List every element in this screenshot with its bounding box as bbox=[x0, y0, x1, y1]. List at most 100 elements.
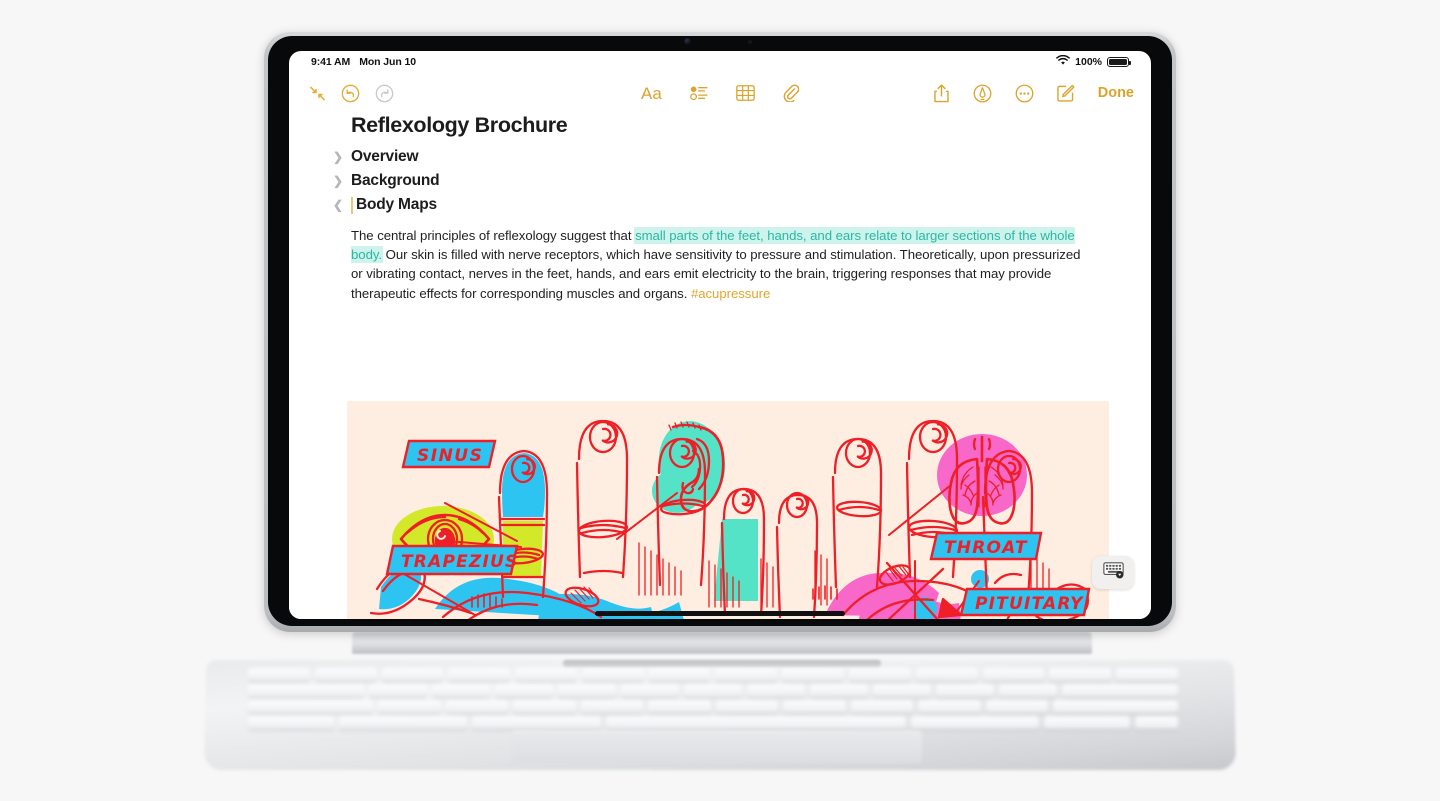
key[interactable] bbox=[1053, 700, 1178, 713]
key[interactable] bbox=[580, 700, 643, 713]
key[interactable] bbox=[338, 716, 468, 729]
hashtag-link[interactable]: #acupressure bbox=[691, 286, 770, 301]
notes-toolbar: Aa Done bbox=[289, 73, 1151, 113]
screenshot-stage: 9:41 AM Mon Jun 10 100% Aa Done Reflexol… bbox=[0, 0, 1440, 801]
key[interactable] bbox=[378, 700, 441, 713]
section-header-background[interactable]: ❯ Background bbox=[333, 169, 1151, 193]
page-title: Reflexology Brochure bbox=[351, 113, 568, 137]
key[interactable] bbox=[314, 668, 377, 681]
key[interactable] bbox=[918, 700, 981, 713]
status-date: Mon Jun 10 bbox=[359, 56, 416, 68]
spacebar-key[interactable] bbox=[605, 716, 906, 729]
note-content[interactable]: Reflexology Brochure ❯ Overview ❯ Backgr… bbox=[289, 113, 1151, 619]
keyboard-row bbox=[248, 684, 1178, 697]
key[interactable] bbox=[982, 668, 1045, 681]
svg-text:SINUS: SINUS bbox=[417, 446, 483, 466]
key[interactable] bbox=[648, 668, 711, 681]
trackpad[interactable] bbox=[512, 731, 922, 763]
illustration-label-pituitary: PITUITARY bbox=[959, 587, 1091, 617]
markup-icon[interactable] bbox=[973, 84, 992, 103]
compose-icon[interactable] bbox=[1056, 84, 1075, 102]
key[interactable] bbox=[432, 684, 490, 697]
text-format-icon[interactable]: Aa bbox=[641, 85, 662, 102]
paragraph-text-before: The central principles of reflexology su… bbox=[351, 228, 636, 243]
key[interactable] bbox=[850, 700, 913, 713]
share-icon[interactable] bbox=[933, 83, 950, 103]
illustration-label-throat: THROAT bbox=[929, 531, 1043, 561]
text-cursor bbox=[351, 196, 353, 214]
keyboard-dismiss-button[interactable] bbox=[1092, 556, 1134, 589]
illustration-label-sinus: SINUS bbox=[401, 439, 497, 469]
key[interactable] bbox=[448, 668, 511, 681]
section-label: Background bbox=[351, 172, 440, 189]
status-time: 9:41 AM bbox=[311, 56, 351, 68]
key[interactable] bbox=[445, 700, 508, 713]
key[interactable] bbox=[715, 700, 778, 713]
section-label: Body Maps bbox=[356, 196, 437, 213]
key[interactable] bbox=[648, 700, 711, 713]
illustration-label-trapezius: TRAPEZIUS bbox=[385, 544, 519, 576]
section-header-overview[interactable]: ❯ Overview bbox=[333, 145, 1151, 169]
keyboard-row bbox=[248, 700, 1178, 713]
key[interactable] bbox=[810, 684, 868, 697]
key[interactable] bbox=[1062, 684, 1178, 697]
svg-text:THROAT: THROAT bbox=[944, 538, 1028, 558]
front-camera-icon bbox=[684, 38, 691, 45]
key[interactable] bbox=[515, 668, 577, 681]
reflexology-hands-svg: SINUS TRAPEZIUS THROAT PITUITARY bbox=[369, 419, 1091, 619]
key[interactable] bbox=[915, 668, 978, 681]
redo-icon[interactable] bbox=[375, 84, 394, 103]
svg-text:PITUITARY: PITUITARY bbox=[975, 594, 1084, 614]
chevron-down-icon[interactable]: ❮ bbox=[333, 199, 343, 211]
key[interactable] bbox=[1116, 668, 1178, 681]
key[interactable] bbox=[1135, 716, 1179, 729]
key[interactable] bbox=[248, 684, 364, 697]
key[interactable] bbox=[581, 668, 644, 681]
chevron-right-icon[interactable]: ❯ bbox=[333, 175, 343, 187]
body-map-illustration[interactable]: SINUS TRAPEZIUS THROAT PITUITARY bbox=[347, 401, 1109, 619]
home-indicator bbox=[595, 611, 845, 616]
key[interactable] bbox=[621, 684, 679, 697]
key[interactable] bbox=[849, 668, 911, 681]
key[interactable] bbox=[248, 700, 373, 713]
collapse-icon[interactable] bbox=[309, 85, 326, 102]
key[interactable] bbox=[1044, 716, 1131, 729]
key[interactable] bbox=[936, 684, 994, 697]
key[interactable] bbox=[558, 684, 616, 697]
chevron-right-icon[interactable]: ❯ bbox=[333, 151, 343, 163]
key[interactable] bbox=[513, 700, 576, 713]
status-bar-left: 9:41 AM Mon Jun 10 bbox=[311, 56, 416, 68]
checklist-icon[interactable] bbox=[689, 85, 708, 101]
keyboard-row bbox=[248, 716, 1179, 729]
keyboard-keys[interactable] bbox=[248, 668, 1179, 730]
battery-percent-label: 100% bbox=[1075, 56, 1102, 68]
key[interactable] bbox=[783, 700, 846, 713]
more-icon[interactable] bbox=[1015, 84, 1034, 103]
key[interactable] bbox=[782, 668, 845, 681]
battery-full-icon bbox=[1107, 57, 1131, 67]
table-icon[interactable] bbox=[735, 85, 755, 101]
section-header-body-maps[interactable]: ❮ Body Maps bbox=[333, 193, 1151, 217]
keyboard-row bbox=[248, 668, 1178, 681]
key[interactable] bbox=[999, 684, 1057, 697]
key[interactable] bbox=[248, 668, 310, 681]
done-button[interactable]: Done bbox=[1098, 86, 1134, 101]
key[interactable] bbox=[472, 716, 601, 729]
key[interactable] bbox=[985, 700, 1048, 713]
key[interactable] bbox=[495, 684, 553, 697]
key[interactable] bbox=[381, 668, 444, 681]
status-bar: 9:41 AM Mon Jun 10 100% bbox=[289, 51, 1151, 73]
key[interactable] bbox=[910, 716, 1040, 729]
key[interactable] bbox=[369, 684, 427, 697]
ambient-sensor-icon bbox=[748, 40, 752, 44]
status-bar-right: 100% bbox=[1056, 54, 1131, 69]
key[interactable] bbox=[1049, 668, 1112, 681]
note-paragraph[interactable]: The central principles of reflexology su… bbox=[351, 226, 1091, 303]
key[interactable] bbox=[715, 668, 778, 681]
key[interactable] bbox=[747, 684, 805, 697]
key[interactable] bbox=[873, 684, 931, 697]
attachment-icon[interactable] bbox=[783, 84, 800, 103]
key[interactable] bbox=[684, 684, 742, 697]
key[interactable] bbox=[248, 716, 334, 729]
undo-icon[interactable] bbox=[341, 84, 360, 103]
